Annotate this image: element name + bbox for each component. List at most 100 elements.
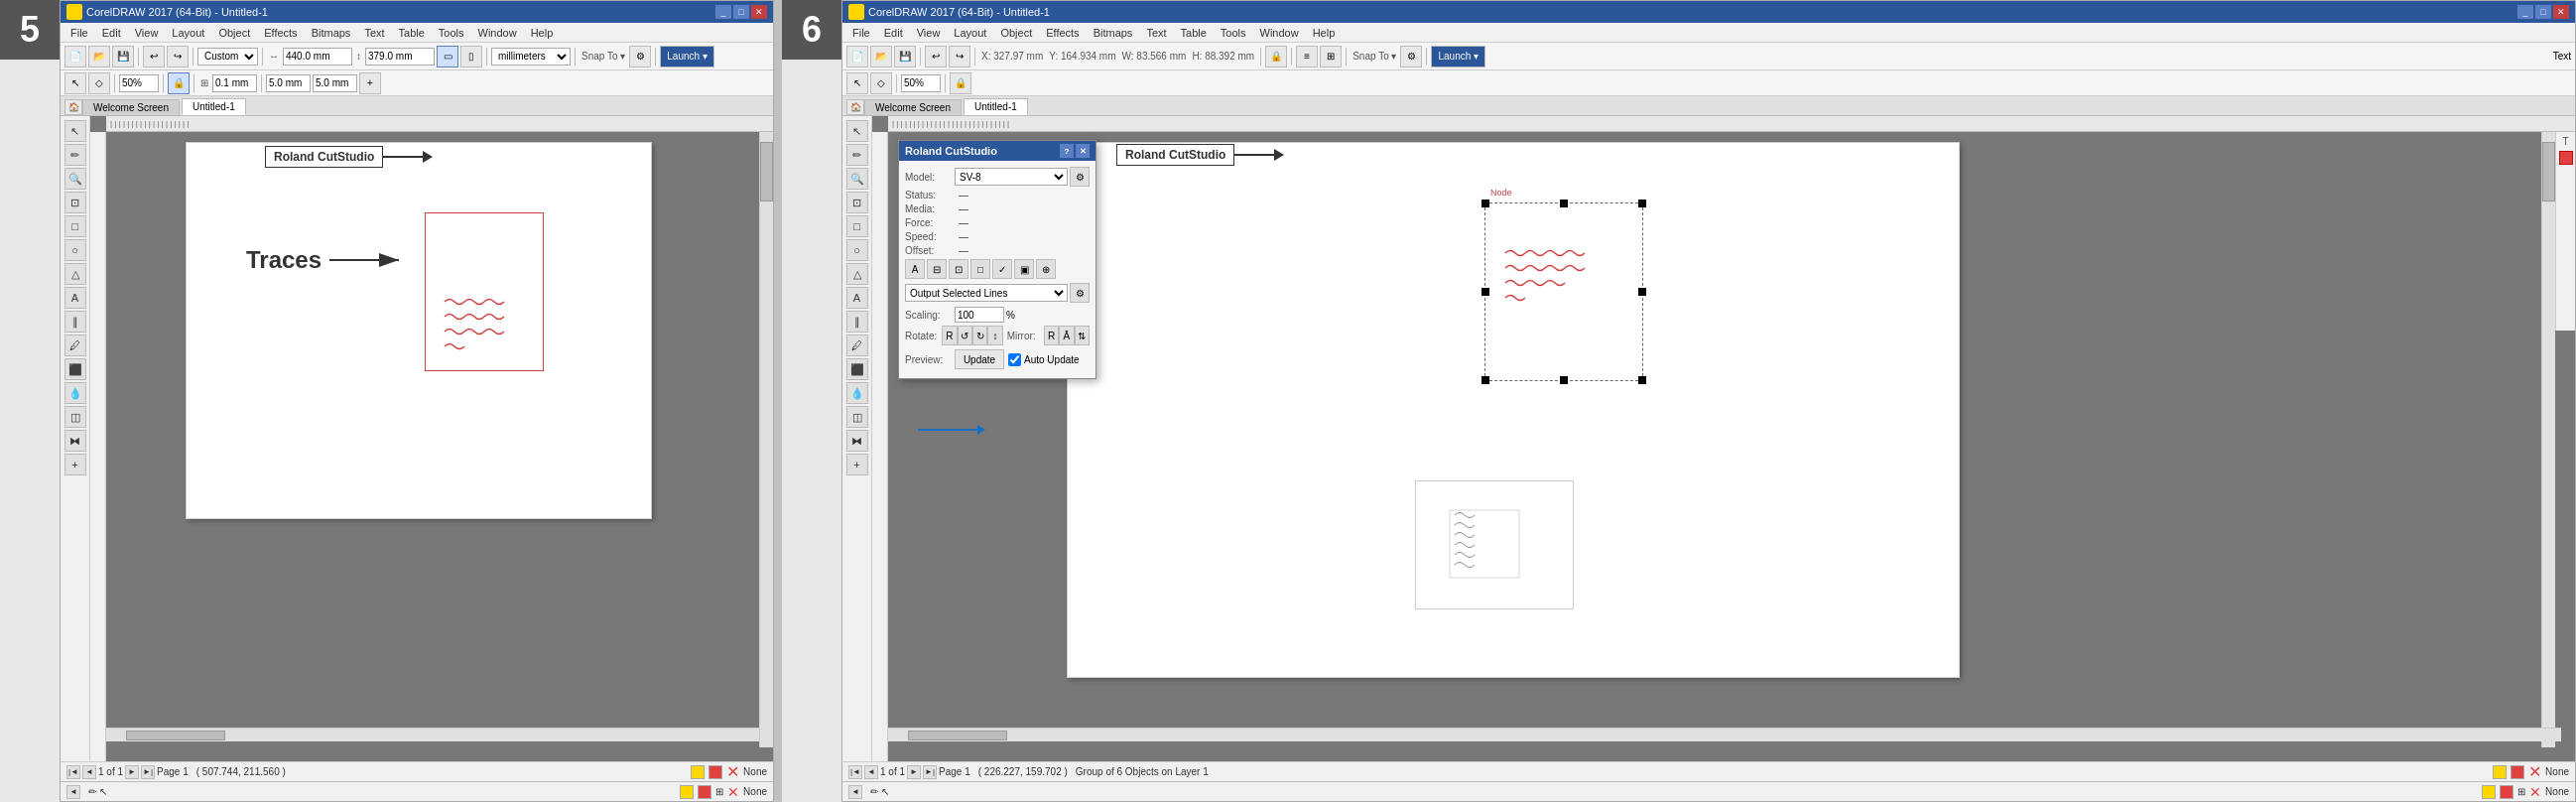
model-settings-btn-6[interactable]: ⚙ [1070, 167, 1090, 187]
scaling-input-6[interactable] [955, 307, 1004, 323]
scrollbar-h-6[interactable] [888, 728, 2561, 741]
page-size-dropdown-5[interactable]: Custom [197, 48, 258, 66]
prev-page-6[interactable]: |◄ [848, 765, 862, 779]
menu-window-5[interactable]: Window [472, 26, 523, 40]
minimize-btn-6[interactable]: _ [2517, 5, 2533, 19]
tool-node-6[interactable]: ◇ [870, 72, 892, 94]
menu-tools-6[interactable]: Tools [1215, 26, 1252, 40]
tool-blend-5[interactable]: ⧓ [64, 430, 86, 452]
rotate-ccw-btn-6[interactable]: ↺ [958, 326, 972, 345]
close-icon-5[interactable]: ✕ [727, 784, 739, 800]
dialog-cut7-btn-6[interactable]: ⊕ [1036, 259, 1056, 279]
dialog-cut2-btn-6[interactable]: ⊟ [927, 259, 947, 279]
mirror-v-btn-6[interactable]: Ā [1059, 326, 1074, 345]
tool-eyedrop-5[interactable]: 💧 [64, 382, 86, 404]
align-btn-6[interactable]: ≡ [1296, 46, 1318, 67]
open-btn-6[interactable]: 📂 [870, 46, 892, 67]
auto-update-checkbox-6[interactable] [1008, 353, 1021, 366]
prev-5[interactable]: ◄ [82, 765, 96, 779]
home-btn-6[interactable]: 🏠 [846, 99, 864, 115]
transform-btn-6[interactable]: ⊞ [1320, 46, 1342, 67]
tab-welcome-6[interactable]: Welcome Screen [864, 99, 962, 115]
menu-effects-6[interactable]: Effects [1040, 26, 1085, 40]
zoom-input-5[interactable] [119, 74, 159, 92]
tool-parallel-5[interactable]: ∥ [64, 311, 86, 333]
menu-object-5[interactable]: Object [212, 26, 256, 40]
menu-object-6[interactable]: Object [994, 26, 1038, 40]
scroll-thumb-h-6[interactable] [908, 731, 1007, 740]
menu-layout-6[interactable]: Layout [948, 26, 992, 40]
menu-text-5[interactable]: Text [358, 26, 390, 40]
snap-settings-6[interactable]: ⚙ [1400, 46, 1422, 67]
maximize-btn-6[interactable]: □ [2535, 5, 2551, 19]
next-5[interactable]: ► [125, 765, 139, 779]
tool-select-5[interactable]: ↖ [64, 72, 86, 94]
tool-arrow-5[interactable]: ↖ [64, 120, 86, 142]
color-sq-red-5[interactable] [698, 785, 711, 799]
prev-6[interactable]: ◄ [864, 765, 878, 779]
tool-shadow-5[interactable]: ◫ [64, 406, 86, 428]
save-btn-6[interactable]: 💾 [894, 46, 916, 67]
zoom-lock-5[interactable]: 🔒 [168, 72, 190, 94]
menu-window-6[interactable]: Window [1254, 26, 1305, 40]
delete-icon-5[interactable]: ✕ [726, 762, 739, 781]
scrollbar-h-5[interactable] [106, 728, 759, 741]
size2-input-5[interactable] [313, 74, 357, 92]
mirror-d-btn-6[interactable]: ⇅ [1075, 326, 1090, 345]
tool-zoom-6[interactable]: 🔍 [846, 168, 868, 190]
tool-parallel-6[interactable]: ∥ [846, 311, 868, 333]
color-sq-yellow-5[interactable] [680, 785, 694, 799]
lock-ratio-6[interactable]: 🔒 [1265, 46, 1287, 67]
maximize-btn-5[interactable]: □ [733, 5, 749, 19]
tool-crop-6[interactable]: ⊡ [846, 192, 868, 213]
new-btn-6[interactable]: 📄 [846, 46, 868, 67]
tool-select-6[interactable]: ↖ [846, 72, 868, 94]
menu-layout-5[interactable]: Layout [166, 26, 210, 40]
tool-crop-5[interactable]: ⊡ [64, 192, 86, 213]
save-btn-5[interactable]: 💾 [112, 46, 134, 67]
next-6[interactable]: ► [907, 765, 921, 779]
tool-connect-5[interactable]: + [64, 454, 86, 475]
zoom-input-6[interactable] [901, 74, 941, 92]
delete-icon-6[interactable]: ✕ [2528, 762, 2541, 781]
arrow-left-5[interactable]: ◄ [66, 785, 80, 799]
menu-bitmaps-5[interactable]: Bitmaps [306, 26, 357, 40]
tool-fill-6[interactable]: ⬛ [846, 358, 868, 380]
undo-btn-6[interactable]: ↩ [925, 46, 947, 67]
dialog-cut4-btn-6[interactable]: □ [970, 259, 990, 279]
close-icon-6[interactable]: ✕ [2529, 784, 2541, 800]
menu-effects-5[interactable]: Effects [258, 26, 303, 40]
prev-page-5[interactable]: |◄ [66, 765, 80, 779]
tool-node-5[interactable]: ◇ [88, 72, 110, 94]
menu-help-6[interactable]: Help [1307, 26, 1342, 40]
width-input-5[interactable] [283, 48, 352, 66]
add-btn-5[interactable]: + [359, 72, 381, 94]
minimize-btn-5[interactable]: _ [715, 5, 731, 19]
menu-view-6[interactable]: View [911, 26, 947, 40]
tool-rect-6[interactable]: □ [846, 215, 868, 237]
tool-blend-6[interactable]: ⧓ [846, 430, 868, 452]
tool-freehand-5[interactable]: ✏ [64, 144, 86, 166]
menu-text-6[interactable]: Text [1140, 26, 1172, 40]
tool-ellipse-5[interactable]: ○ [64, 239, 86, 261]
menu-file-6[interactable]: File [846, 26, 876, 40]
output-settings-btn-6[interactable]: ⚙ [1070, 283, 1090, 303]
next-page-5[interactable]: ►| [141, 765, 155, 779]
rotate-r-btn-6[interactable]: R [942, 326, 957, 345]
units-dropdown-5[interactable]: millimeters [491, 48, 571, 66]
scroll-thumb-v-6[interactable] [2542, 142, 2555, 201]
zoom-lock-6[interactable]: 🔒 [950, 72, 971, 94]
tool-text-5[interactable]: A [64, 287, 86, 309]
color-sq-yellow-6[interactable] [2482, 785, 2496, 799]
scrollbar-v-6[interactable] [2541, 132, 2555, 747]
tool-pen-5[interactable]: 🖊 [64, 334, 86, 356]
menu-table-6[interactable]: Table [1175, 26, 1213, 40]
tool-text-6[interactable]: A [846, 287, 868, 309]
tool-fill-5[interactable]: ⬛ [64, 358, 86, 380]
launch-btn-6[interactable]: Launch ▾ [1431, 46, 1485, 67]
tool-shadow-6[interactable]: ◫ [846, 406, 868, 428]
tool-eyedrop-6[interactable]: 💧 [846, 382, 868, 404]
dialog-close-btn-6[interactable]: ✕ [1076, 144, 1090, 158]
color-swatch-yellow-5[interactable] [691, 765, 705, 779]
redo-btn-6[interactable]: ↪ [949, 46, 970, 67]
